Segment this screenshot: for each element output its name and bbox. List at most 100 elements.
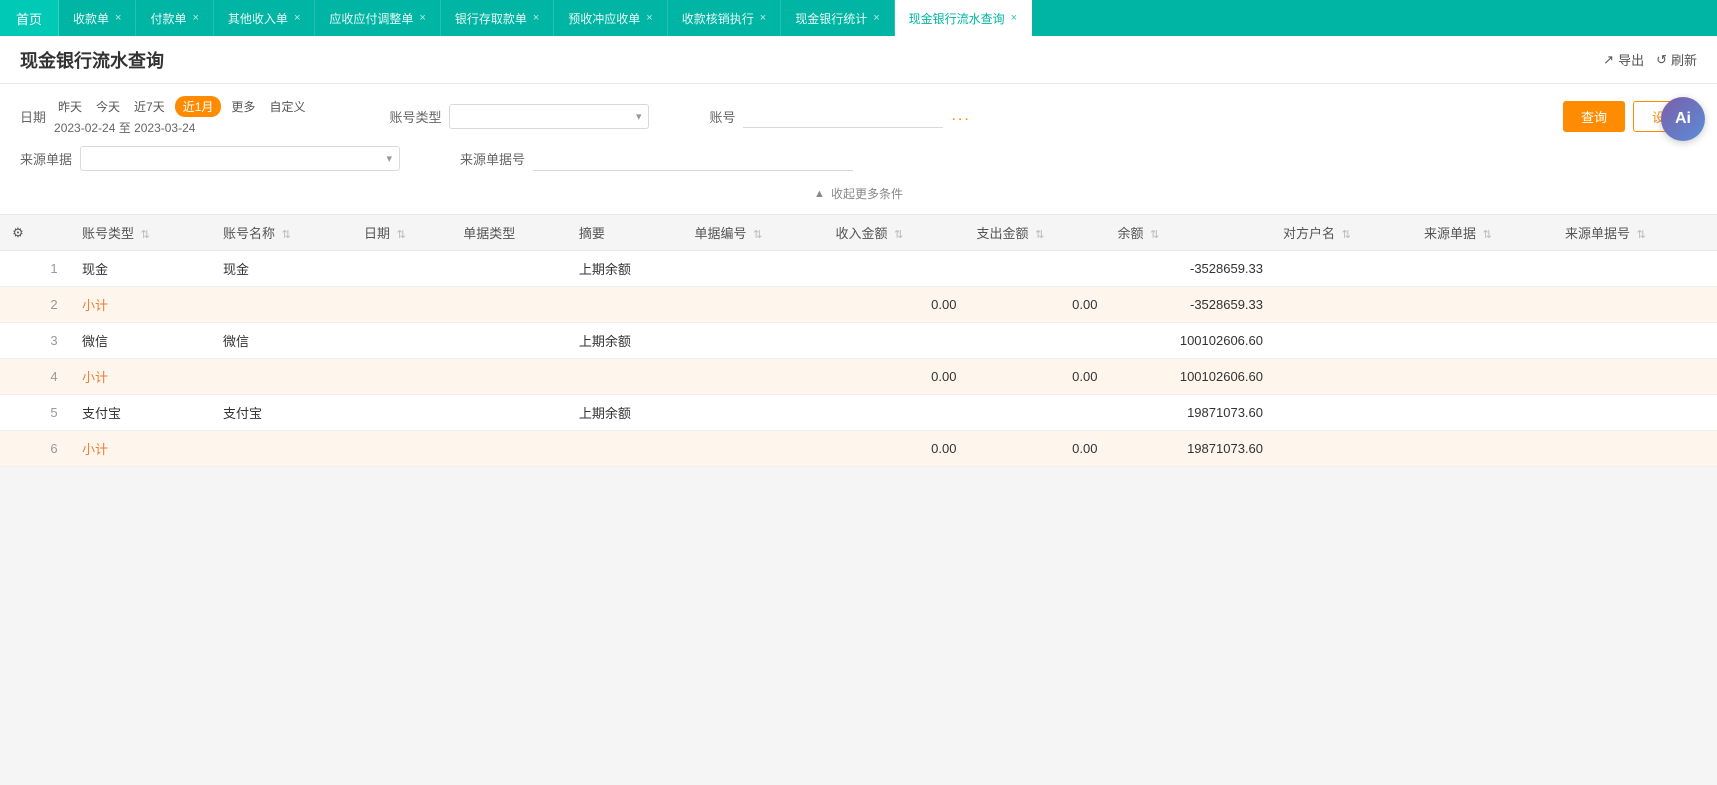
- row-account-type: 小计: [72, 287, 213, 323]
- source-doc-select[interactable]: [80, 146, 400, 171]
- row-date: [354, 287, 453, 323]
- row-account-type: 微信: [72, 323, 213, 359]
- close-icon[interactable]: ×: [646, 12, 652, 24]
- income-column-header[interactable]: 收入金额 ⇅: [825, 215, 966, 251]
- row-source-doc-num: [1555, 323, 1717, 359]
- expense-column-header[interactable]: 支出金额 ⇅: [966, 215, 1107, 251]
- row-expense: 0.00: [966, 431, 1107, 467]
- row-source-doc-num: [1555, 287, 1717, 323]
- account-input[interactable]: [743, 104, 943, 128]
- account-filter-group: 账号 ...: [709, 104, 970, 128]
- tab-fukuan[interactable]: 付款单 ×: [136, 0, 213, 36]
- tab-yingshouyingfu[interactable]: 应收应付调整单 ×: [315, 0, 440, 36]
- dots-button[interactable]: ...: [951, 107, 970, 125]
- tab-yushouchong[interactable]: 预收冲应收单 ×: [554, 0, 667, 36]
- row-summary: [569, 431, 685, 467]
- row-date: [354, 395, 453, 431]
- row-counterparty: [1273, 251, 1414, 287]
- table-row[interactable]: 3 微信 微信 上期余额 100102606.60: [0, 323, 1717, 359]
- row-doc-type: [453, 287, 569, 323]
- row-doc-type: [453, 359, 569, 395]
- doc-num-column-header[interactable]: 单据编号 ⇅: [684, 215, 825, 251]
- collapse-label: 收起更多条件: [831, 185, 903, 202]
- tab-xianjinyinhang[interactable]: 现金银行统计 ×: [781, 0, 894, 36]
- row-doc-type: [453, 431, 569, 467]
- sort-icon: ⇅: [1150, 229, 1159, 241]
- row-gear-cell: [0, 287, 36, 323]
- export-icon: ↗: [1603, 52, 1614, 68]
- row-summary: 上期余额: [569, 251, 685, 287]
- close-icon[interactable]: ×: [760, 12, 766, 24]
- table-row[interactable]: 4 小计 0.00 0.00 100102606.60: [0, 359, 1717, 395]
- tab-qitashuru[interactable]: 其他收入单 ×: [214, 0, 315, 36]
- row-account-name: [213, 431, 354, 467]
- ai-badge[interactable]: Ai: [1661, 97, 1705, 141]
- row-source-doc: [1414, 287, 1555, 323]
- row-account-name: 支付宝: [213, 395, 354, 431]
- export-button[interactable]: ↗ 导出: [1603, 50, 1644, 69]
- close-icon[interactable]: ×: [294, 12, 300, 24]
- tab-yinhangcunqu[interactable]: 银行存取款单 ×: [441, 0, 554, 36]
- date-btn-today[interactable]: 今天: [92, 96, 124, 117]
- tab-liushui-active[interactable]: 现金银行流水查询 ×: [895, 0, 1032, 36]
- row-gear-cell: [0, 431, 36, 467]
- summary-column-header: 摘要: [569, 215, 685, 251]
- date-btn-more[interactable]: 更多: [227, 96, 259, 117]
- row-doc-num: [684, 323, 825, 359]
- data-table: ⚙ 账号类型 ⇅ 账号名称 ⇅ 日期 ⇅ 单据类型: [0, 215, 1717, 467]
- table-container: ⚙ 账号类型 ⇅ 账号名称 ⇅ 日期 ⇅ 单据类型: [0, 215, 1717, 467]
- row-number: 5: [36, 395, 72, 431]
- close-icon[interactable]: ×: [192, 12, 198, 24]
- counterparty-column-header[interactable]: 对方户名 ⇅: [1273, 215, 1414, 251]
- home-button[interactable]: 首页: [0, 0, 59, 36]
- source-doc-num-label: 来源单据号: [460, 149, 525, 168]
- balance-column-header[interactable]: 余额 ⇅: [1107, 215, 1273, 251]
- source-doc-num-column-header[interactable]: 来源单据号 ⇅: [1555, 215, 1717, 251]
- row-number: 6: [36, 431, 72, 467]
- tab-shoukuan[interactable]: 收款单 ×: [59, 0, 136, 36]
- row-doc-type: [453, 251, 569, 287]
- query-button[interactable]: 查询: [1563, 101, 1625, 132]
- table-row[interactable]: 1 现金 现金 上期余额 -3528659.33: [0, 251, 1717, 287]
- tab-shoukuanhexiao[interactable]: 收款核销执行 ×: [668, 0, 781, 36]
- date-column-header[interactable]: 日期 ⇅: [354, 215, 453, 251]
- row-balance: 100102606.60: [1107, 323, 1273, 359]
- date-btn-custom[interactable]: 自定义: [265, 96, 309, 117]
- row-doc-num: [684, 287, 825, 323]
- row-counterparty: [1273, 287, 1414, 323]
- row-counterparty: [1273, 431, 1414, 467]
- source-doc-select-wrapper: ▾: [80, 146, 400, 171]
- close-icon[interactable]: ×: [419, 12, 425, 24]
- sort-icon: ⇅: [1483, 229, 1492, 241]
- date-btn-1month[interactable]: 近1月: [175, 96, 222, 117]
- account-name-column-header[interactable]: 账号名称 ⇅: [213, 215, 354, 251]
- row-income: 0.00: [825, 287, 966, 323]
- header-actions: ↗ 导出 ↺ 刷新: [1603, 50, 1697, 69]
- close-icon[interactable]: ×: [873, 12, 879, 24]
- date-btn-7days[interactable]: 近7天: [130, 96, 169, 117]
- account-type-select[interactable]: [449, 104, 649, 129]
- row-source-doc: [1414, 431, 1555, 467]
- table-row[interactable]: 2 小计 0.00 0.00 -3528659.33: [0, 287, 1717, 323]
- row-gear-cell: [0, 323, 36, 359]
- source-doc-num-input[interactable]: [533, 147, 853, 171]
- table-row[interactable]: 6 小计 0.00 0.00 19871073.60: [0, 431, 1717, 467]
- date-range-display: 2023-02-24 至 2023-03-24: [54, 119, 309, 136]
- row-doc-num: [684, 395, 825, 431]
- row-doc-num: [684, 359, 825, 395]
- row-income: [825, 395, 966, 431]
- sort-icon: ⇅: [753, 229, 762, 241]
- collapse-bar[interactable]: ▲ 收起更多条件: [20, 181, 1697, 204]
- refresh-button[interactable]: ↺ 刷新: [1656, 50, 1697, 69]
- close-icon[interactable]: ×: [533, 12, 539, 24]
- table-row[interactable]: 5 支付宝 支付宝 上期余额 19871073.60: [0, 395, 1717, 431]
- date-btn-yesterday[interactable]: 昨天: [54, 96, 86, 117]
- row-date: [354, 431, 453, 467]
- account-type-column-header[interactable]: 账号类型 ⇅: [72, 215, 213, 251]
- row-account-name: [213, 359, 354, 395]
- close-icon[interactable]: ×: [115, 12, 121, 24]
- row-gear-cell: [0, 395, 36, 431]
- source-doc-column-header[interactable]: 来源单据 ⇅: [1414, 215, 1555, 251]
- gear-column-header[interactable]: ⚙: [0, 215, 36, 251]
- close-icon[interactable]: ×: [1011, 12, 1017, 24]
